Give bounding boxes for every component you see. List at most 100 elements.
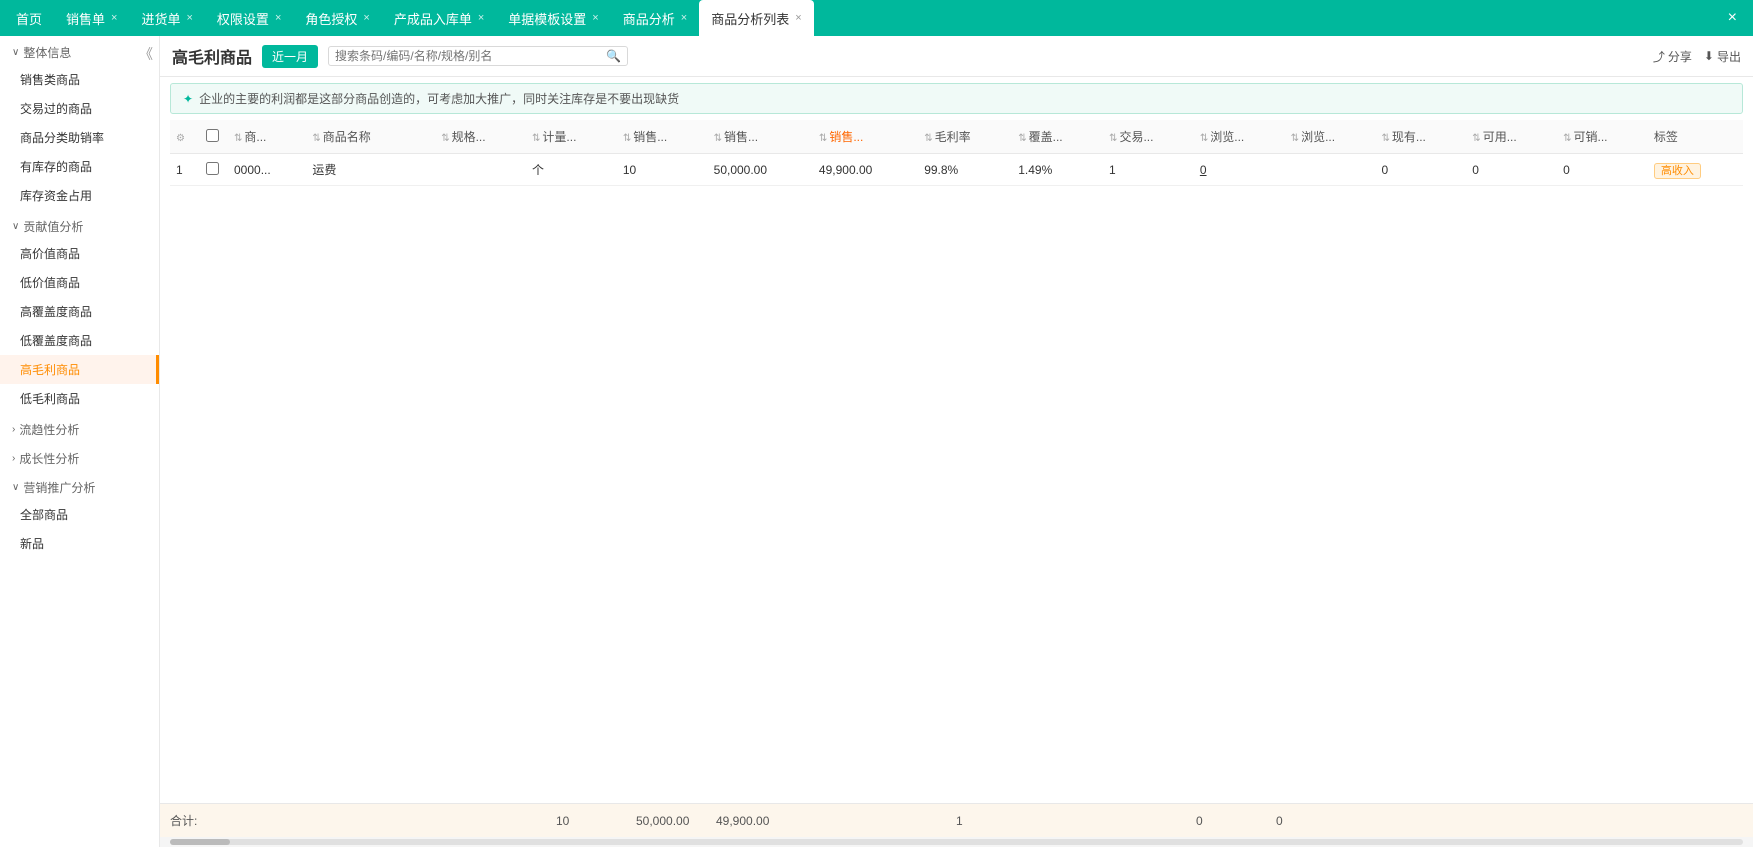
th-browse2[interactable]: ⇅浏览... [1285,120,1376,154]
th-sellable[interactable]: ⇅可销... [1557,120,1648,154]
sidebar-group-overall[interactable]: ∨ 整体信息 [0,36,159,65]
sidebar-item-high-coverage[interactable]: 高覆盖度商品 [0,297,159,326]
cell-available: 0 [1466,154,1557,186]
cell-index: 1 [170,154,200,186]
th-available[interactable]: ⇅可用... [1466,120,1557,154]
nav-template-label: 单据模板设置 [508,9,586,28]
sidebar-item-low-coverage[interactable]: 低覆盖度商品 [0,326,159,355]
sidebar-item-high-value[interactable]: 高价值商品 [0,239,159,268]
nav-sales[interactable]: 销售单 × [54,0,129,36]
sidebar-group-marketing-arrow: ∨ [12,482,19,493]
cell-sales-amount: 50,000.00 [708,154,813,186]
th-browse1[interactable]: ⇅浏览... [1194,120,1285,154]
window-close-button[interactable]: × [1716,9,1749,27]
cell-sellable: 0 [1557,154,1648,186]
sidebar-group-overall-arrow: ∨ [12,47,19,58]
nav-goods-analysis-list[interactable]: 商品分析列表 × [699,0,813,36]
footer-sales-profit: 49,900.00 [710,814,790,828]
tag-badge: 高收入 [1654,163,1701,179]
cell-browse1[interactable]: 0 [1194,154,1285,186]
th-coverage[interactable]: ⇅覆盖... [1012,120,1103,154]
nav-purchase-close[interactable]: × [186,12,192,24]
sidebar-collapse-button[interactable]: 《 [139,44,153,64]
search-icon[interactable]: 🔍 [606,49,621,63]
sidebar-item-high-margin[interactable]: 高毛利商品 [0,355,159,384]
sidebar-group-marketing[interactable]: ∨ 营销推广分析 [0,471,159,500]
search-box[interactable]: 🔍 [328,46,628,66]
nav-purchase[interactable]: 进货单 × [129,0,204,36]
share-label: 分享 [1668,48,1692,65]
row-checkbox[interactable] [206,162,219,175]
sidebar-item-stock-capital[interactable]: 库存资金占用 [0,181,159,210]
sort-icon-settings[interactable]: ⚙ [176,133,185,144]
cell-current-stock: 0 [1375,154,1466,186]
export-button[interactable]: ⬇ 导出 [1704,48,1741,65]
select-all-checkbox[interactable] [206,129,219,142]
nav-product-inbound[interactable]: 产成品入库单 × [382,0,496,36]
filter-month-button[interactable]: 近一月 [262,45,318,68]
th-current-stock[interactable]: ⇅现有... [1375,120,1466,154]
nav-home-label: 首页 [16,9,42,28]
horizontal-scrollbar[interactable] [160,837,1753,847]
sidebar-group-trend-arrow: › [12,424,15,435]
sidebar-item-low-value[interactable]: 低价值商品 [0,268,159,297]
tip-text: 企业的主要的利润都是这部分商品创造的，可考虑加大推广，同时关注库存是不要出现缺货 [199,90,679,107]
th-code[interactable]: ⇅商... [228,120,306,154]
th-sales-qty[interactable]: ⇅销售... [617,120,708,154]
cell-coverage: 1.49% [1012,154,1103,186]
nav-permissions-close[interactable]: × [275,12,281,24]
browse1-link[interactable]: 0 [1200,163,1207,177]
nav-template-close[interactable]: × [592,12,598,24]
sidebar-item-low-margin[interactable]: 低毛利商品 [0,384,159,413]
main-layout: 《 ∨ 整体信息 销售类商品 交易过的商品 商品分类助销率 有库存的商品 库存资… [0,36,1753,847]
th-unit[interactable]: ⇅计量... [526,120,617,154]
page-title: 高毛利商品 [172,44,252,68]
nav-purchase-label: 进货单 [141,9,180,28]
sidebar-item-category-rate[interactable]: 商品分类助销率 [0,123,159,152]
nav-permissions[interactable]: 权限设置 × [205,0,293,36]
th-sales-amount[interactable]: ⇅销售... [708,120,813,154]
th-checkbox [200,120,228,154]
cell-tag: 高收入 [1648,154,1743,186]
sidebar-item-sales-goods[interactable]: 销售类商品 [0,65,159,94]
th-tag: 标签 [1648,120,1743,154]
sidebar-group-growth-label: 成长性分析 [19,450,79,467]
nav-home[interactable]: 首页 [4,0,54,36]
sidebar-group-contribution[interactable]: ∨ 贡献值分析 [0,210,159,239]
nav-right: × [1716,9,1749,27]
th-name[interactable]: ⇅商品名称 [306,120,435,154]
nav-product-inbound-close[interactable]: × [478,12,484,24]
sidebar-item-in-stock-goods[interactable]: 有库存的商品 [0,152,159,181]
sidebar: 《 ∨ 整体信息 销售类商品 交易过的商品 商品分类助销率 有库存的商品 库存资… [0,36,160,847]
cell-browse2 [1285,154,1376,186]
nav-goods-analysis-list-close[interactable]: × [795,12,801,24]
sidebar-group-marketing-label: 营销推广分析 [23,479,95,496]
tip-icon: ✦ [183,92,193,106]
th-gross-rate[interactable]: ⇅毛利率 [918,120,1012,154]
nav-goods-analysis-close[interactable]: × [681,12,687,24]
sidebar-item-new-goods[interactable]: 新品 [0,529,159,558]
th-index: ⚙ [170,120,200,154]
cell-name: 运费 [306,154,435,186]
nav-goods-analysis[interactable]: 商品分析 × [611,0,699,36]
th-sales-profit[interactable]: ⇅销售... [813,120,918,154]
search-input[interactable] [335,49,602,63]
footer-label: 合计: [170,812,230,829]
sidebar-group-trend-label: 流趋性分析 [19,421,79,438]
sidebar-group-growth[interactable]: › 成长性分析 [0,442,159,471]
th-transactions[interactable]: ⇅交易... [1103,120,1194,154]
nav-sales-close[interactable]: × [111,12,117,24]
th-spec[interactable]: ⇅规格... [435,120,526,154]
share-button[interactable]: ⤴ 分享 [1653,48,1692,65]
nav-roles-close[interactable]: × [363,12,369,24]
sidebar-group-overall-label: 整体信息 [23,44,71,61]
cell-transactions: 1 [1103,154,1194,186]
sidebar-group-overall-items: 销售类商品 交易过的商品 商品分类助销率 有库存的商品 库存资金占用 [0,65,159,210]
nav-template[interactable]: 单据模板设置 × [496,0,610,36]
scrollbar-thumb[interactable] [170,839,230,845]
sidebar-item-traded-goods[interactable]: 交易过的商品 [0,94,159,123]
sidebar-item-all-goods[interactable]: 全部商品 [0,500,159,529]
sidebar-group-contribution-arrow: ∨ [12,221,19,232]
sidebar-group-trend[interactable]: › 流趋性分析 [0,413,159,442]
nav-roles[interactable]: 角色授权 × [293,0,381,36]
